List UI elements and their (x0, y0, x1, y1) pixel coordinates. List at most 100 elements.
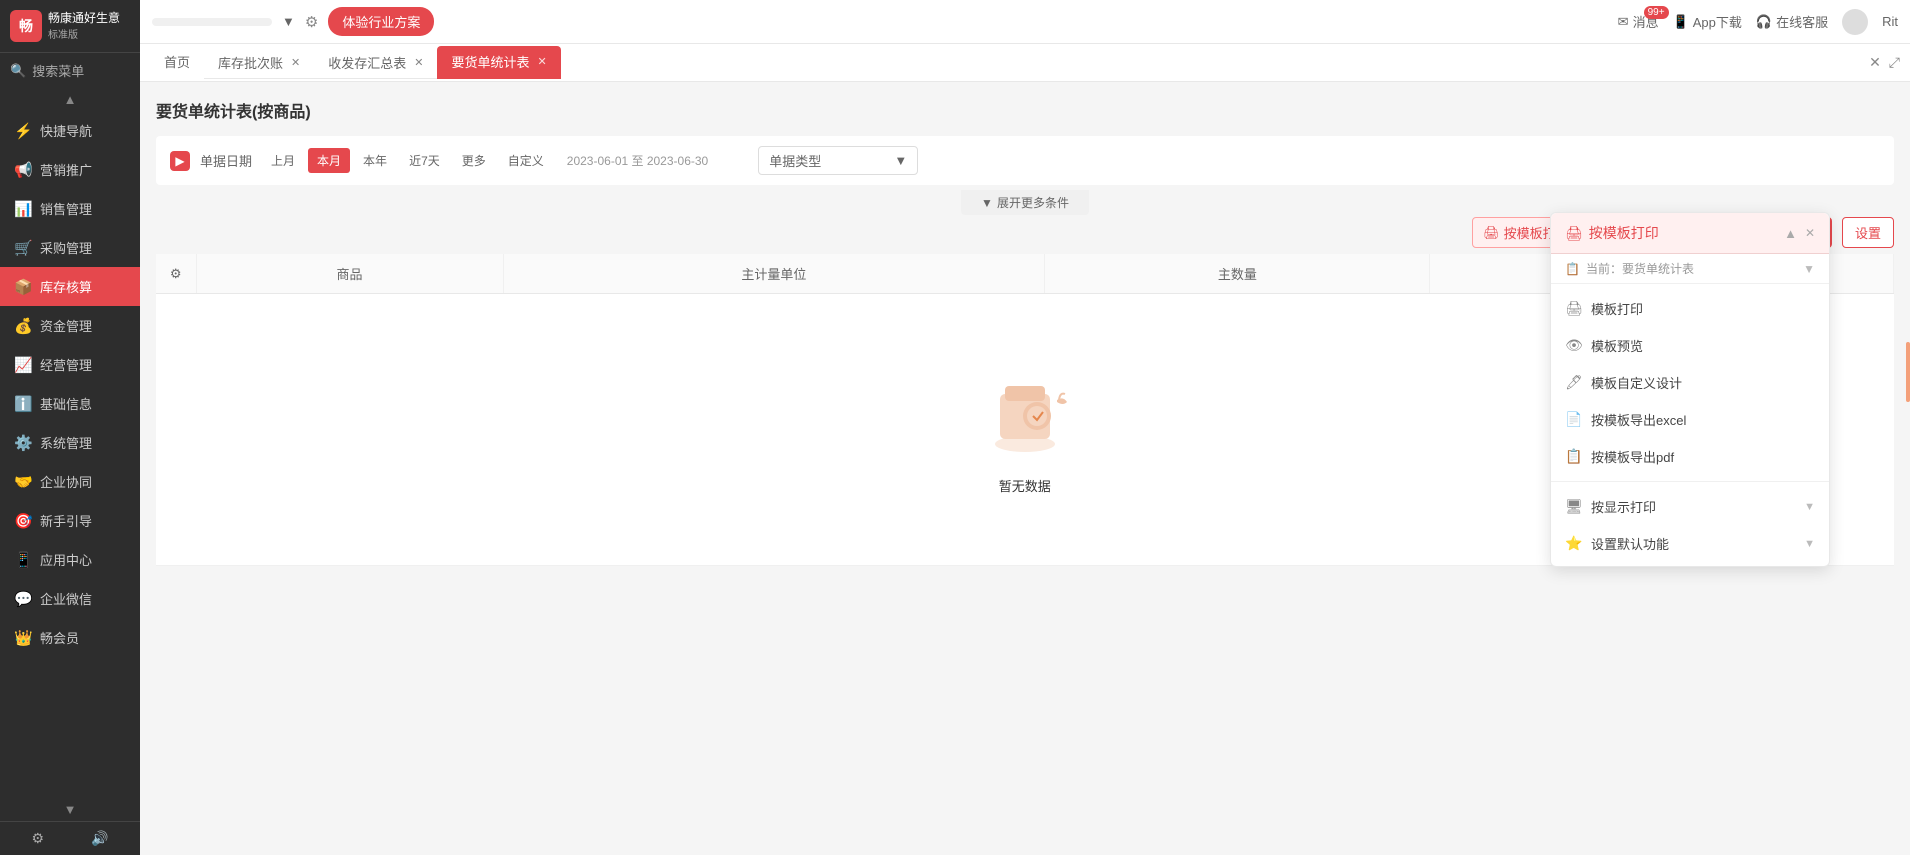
scrollbar-thumb[interactable] (1906, 342, 1910, 402)
export-excel-icon: 📄 (1565, 411, 1583, 428)
date-range-text: 2023-06-01 至 2023-06-30 (567, 152, 708, 169)
dropdown-close-icon[interactable]: ✕ (1805, 226, 1815, 240)
tab-batch-close-icon[interactable]: ✕ (291, 56, 300, 69)
tab-receivable[interactable]: 收发存汇总表 ✕ (314, 47, 437, 79)
col-product: 商品 (196, 254, 503, 294)
menu-template-design[interactable]: 🖊 模板自定义设计 (1551, 364, 1829, 401)
promo-button[interactable]: 体验行业方案 (328, 7, 434, 36)
export-pdf-icon: 📋 (1565, 448, 1583, 465)
sidebar-item-member[interactable]: 👑畅会员 (0, 618, 140, 657)
col-settings-icon: ⚙ (170, 266, 182, 281)
expand-icon: ▶ (170, 151, 190, 171)
nav-label-finance: 资金管理 (40, 316, 92, 335)
tab-requisition-label: 要货单统计表 (451, 52, 529, 71)
nav-icon-quick-nav: ⚡ (14, 122, 32, 140)
date-current-month[interactable]: 本月 (308, 148, 350, 173)
sidebar-item-finance[interactable]: 💰资金管理 (0, 306, 140, 345)
date-prev-month[interactable]: 上月 (262, 148, 304, 173)
tabs-bar: 首页 库存批次账 ✕ 收发存汇总表 ✕ 要货单统计表 ✕ ✕ ⤢ (140, 44, 1910, 82)
sidebar-item-app-center[interactable]: 📱 应用中心 (0, 540, 140, 579)
avatar[interactable] (1842, 9, 1868, 35)
sidebar-item-quick-nav[interactable]: ⚡ 快捷导航 (0, 111, 140, 150)
date-last-7-days[interactable]: 近7天 (400, 148, 449, 173)
scroll-down-btn[interactable]: ▼ (0, 798, 140, 821)
tab-home[interactable]: 首页 (150, 46, 204, 79)
template-preview-label: 模板预览 (1591, 336, 1643, 355)
sound-icon[interactable]: 🔊 (91, 830, 108, 847)
date-more[interactable]: 更多 (453, 148, 495, 173)
print-icon: 🖨 (1483, 225, 1500, 241)
sidebar-item-marketing[interactable]: 📢营销推广 (0, 150, 140, 189)
settings-btn[interactable]: 设置 (1842, 217, 1894, 248)
date-custom[interactable]: 自定义 (499, 148, 553, 173)
page-title: 要货单统计表(按商品) (156, 98, 1894, 122)
main-content: ▼ ⚙ 体验行业方案 ✉ 消息 99+ 📱 App下载 🎧 在线客服 Rit 首… (140, 0, 1910, 855)
dropdown-up-icon[interactable]: ▲ (1784, 226, 1797, 241)
topbar-dropdown[interactable]: ▼ (282, 14, 295, 29)
scroll-up-btn[interactable]: ▲ (0, 88, 140, 111)
nav-icon-system: ⚙️ (14, 434, 32, 452)
app-download-btn[interactable]: 📱 App下载 (1673, 12, 1742, 31)
menu-export-excel[interactable]: 📄 按模板导出excel (1551, 401, 1829, 438)
filter-expand-icon[interactable]: ▶ (170, 151, 190, 171)
sidebar-item-basic[interactable]: ℹ️基础信息 (0, 384, 140, 423)
nav-label-quick-nav: 快捷导航 (40, 121, 92, 140)
tab-close-all-icon[interactable]: ✕ (1869, 54, 1881, 71)
sidebar-item-system[interactable]: ⚙️系统管理 (0, 423, 140, 462)
username: Rit (1882, 14, 1898, 29)
topbar-search[interactable] (152, 18, 272, 26)
nav-icon-enterprise: 🤝 (14, 473, 32, 491)
nav-icon-purchase: 🛒 (14, 239, 32, 257)
message-icon: ✉ (1618, 14, 1629, 30)
settings-icon[interactable]: ⚙ (32, 830, 45, 847)
date-label: 单据日期 (200, 151, 252, 170)
message-btn[interactable]: ✉ 消息 99+ (1618, 12, 1659, 31)
tab-batch-account[interactable]: 库存批次账 ✕ (204, 47, 314, 79)
menu-display-print[interactable]: 🖥 按显示打印 ▼ (1551, 488, 1829, 525)
tab-maximize-icon[interactable]: ⤢ (1889, 54, 1900, 71)
sidebar-item-operations[interactable]: 📈经营管理 (0, 345, 140, 384)
menu-default-function[interactable]: ⭐ 设置默认功能 ▼ (1551, 525, 1829, 562)
nav-icon-inventory: 📦 (14, 278, 32, 296)
nav-icon-basic: ℹ️ (14, 395, 32, 413)
search-icon: 🔍 (10, 63, 26, 79)
nav-icon-app-center: 📱 (14, 551, 32, 569)
template-print-label: 模板打印 (1591, 299, 1643, 318)
nav-icon-sales: 📊 (14, 200, 32, 218)
tab-home-label: 首页 (164, 52, 190, 71)
nav-icon-marketing: 📢 (14, 161, 32, 179)
date-current-year[interactable]: 本年 (354, 148, 396, 173)
dropdown-arrow-icon: ▼ (282, 14, 295, 29)
sidebar-item-enterprise[interactable]: 🤝企业协同 (0, 462, 140, 501)
current-template: 📋 当前：要货单统计表 ▼ (1551, 254, 1829, 281)
online-service-btn[interactable]: 🎧 在线客服 (1756, 12, 1828, 31)
sidebar-item-guide[interactable]: 🎯新手引导 (0, 501, 140, 540)
sidebar-item-purchase[interactable]: 🛒采购管理 (0, 228, 140, 267)
col-settings[interactable]: ⚙ (156, 254, 196, 294)
menu-template-preview[interactable]: 👁 模板预览 (1551, 327, 1829, 364)
dropdown-chevron-icon: ▼ (894, 153, 907, 168)
nav-icon-wechat: 💬 (14, 590, 32, 608)
tab-receivable-close-icon[interactable]: ✕ (414, 56, 423, 69)
expand-more-label: 展开更多条件 (997, 194, 1069, 211)
tab-requisition[interactable]: 要货单统计表 ✕ (437, 46, 560, 79)
sidebar-item-wechat[interactable]: 💬企业微信 (0, 579, 140, 618)
export-pdf-label: 按模板导出pdf (1591, 447, 1674, 466)
sidebar-item-sales[interactable]: 📊 销售管理 (0, 189, 140, 228)
template-design-label: 模板自定义设计 (1591, 373, 1682, 392)
tab-requisition-close-icon[interactable]: ✕ (538, 55, 547, 68)
nav-label-sales: 销售管理 (40, 199, 92, 218)
nav-icon-member: 👑 (14, 629, 32, 647)
template-print-left: 🖨 模板打印 (1565, 299, 1643, 318)
menu-template-print[interactable]: 🖨 模板打印 (1551, 290, 1829, 327)
dropdown-section-extra: 🖥 按显示打印 ▼ ⭐ 设置默认功能 ▼ (1551, 484, 1829, 566)
document-type-dropdown[interactable]: 单据类型 ▼ (758, 146, 918, 175)
sidebar-item-inventory[interactable]: 📦库存核算 (0, 267, 140, 306)
sidebar-search[interactable]: 🔍 搜索菜单 (0, 53, 140, 88)
menu-export-pdf[interactable]: 📋 按模板导出pdf (1551, 438, 1829, 475)
nav-label-app-center: 应用中心 (40, 550, 92, 569)
topbar-gear-icon[interactable]: ⚙ (305, 13, 318, 31)
print-dropdown: 🖨 按模板打印 ▲ ✕ 📋 当前：要货单统计表 ▼ 🖨 模板打印 (1550, 212, 1830, 567)
template-preview-left: 👁 模板预览 (1565, 336, 1643, 355)
nav-icon-operations: 📈 (14, 356, 32, 374)
